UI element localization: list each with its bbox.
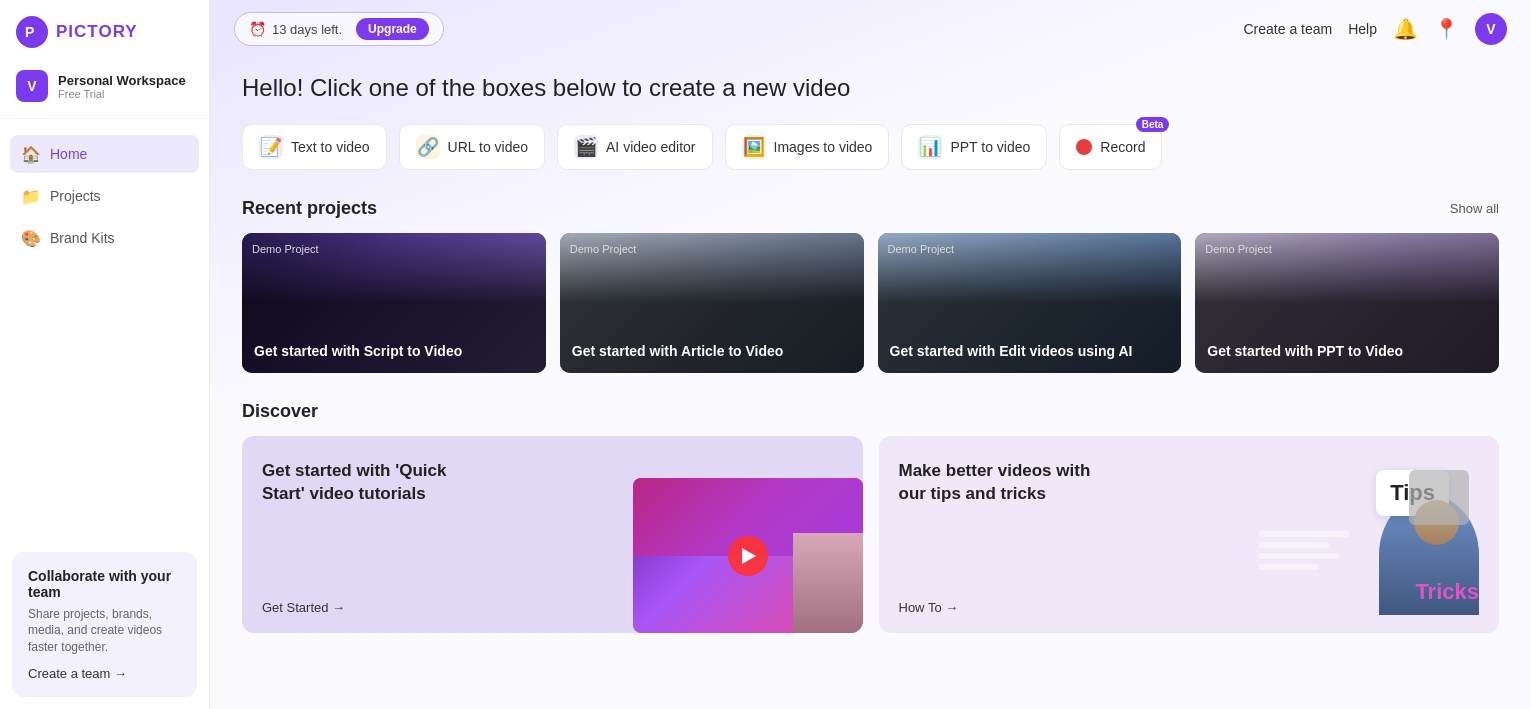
record-button[interactable]: Record Beta: [1059, 124, 1162, 170]
workspace-section[interactable]: V Personal Workspace Free Trial: [0, 60, 209, 119]
page-title: Hello! Click one of the boxes below to c…: [242, 74, 1499, 102]
sidebar-item-home-label: Home: [50, 146, 87, 162]
workspace-info: Personal Workspace Free Trial: [58, 73, 186, 100]
ppt-to-video-label: PPT to video: [950, 139, 1030, 155]
topbar: ⏰ 13 days left. Upgrade Create a team He…: [210, 0, 1531, 46]
card-title-2: Get started with Article to Video: [572, 342, 852, 361]
logo-text: PICTORY: [56, 22, 138, 42]
url-to-video-button[interactable]: 🔗 URL to video: [399, 124, 545, 170]
url-to-video-icon: 🔗: [416, 135, 440, 159]
collaborate-description: Share projects, brands, media, and creat…: [28, 606, 181, 656]
ppt-to-video-icon: 📊: [918, 135, 942, 159]
help-button[interactable]: Help: [1348, 21, 1377, 37]
collaborate-section: Collaborate with your team Share project…: [12, 552, 197, 697]
location-icon[interactable]: 📍: [1434, 17, 1459, 41]
brand-kits-icon: 🎨: [22, 229, 40, 247]
video-thumbnail: [633, 478, 863, 633]
record-label: Record: [1100, 139, 1145, 155]
workspace-avatar: V: [16, 70, 48, 102]
trial-days-text: 13 days left.: [272, 22, 342, 37]
workspace-name: Personal Workspace: [58, 73, 186, 88]
images-to-video-icon: 🖼️: [742, 135, 766, 159]
creation-tools: 📝 Text to video 🔗 URL to video 🎬 AI vide…: [242, 124, 1499, 170]
table-row[interactable]: Demo Project Get started with Article to…: [560, 233, 864, 373]
text-to-video-button[interactable]: 📝 Text to video: [242, 124, 387, 170]
user-avatar[interactable]: V: [1475, 13, 1507, 45]
ppt-to-video-button[interactable]: 📊 PPT to video: [901, 124, 1047, 170]
create-team-button[interactable]: Create a team: [1243, 21, 1332, 37]
discover-card-tips[interactable]: Make better videos with our tips and tri…: [879, 436, 1500, 633]
ai-video-editor-icon: 🎬: [574, 135, 598, 159]
tips-thumbnail: Tips Tricks: [1259, 460, 1479, 615]
table-row[interactable]: Demo Project Get started with Edit video…: [878, 233, 1182, 373]
vid-thumb: [633, 478, 863, 633]
home-icon: 🏠: [22, 145, 40, 163]
ai-video-editor-label: AI video editor: [606, 139, 696, 155]
discover-title: Discover: [242, 401, 318, 422]
how-to-link[interactable]: How To →: [899, 600, 1109, 615]
card-tag-1: Demo Project: [252, 243, 319, 255]
card-tag-3: Demo Project: [888, 243, 955, 255]
url-to-video-label: URL to video: [448, 139, 528, 155]
recent-projects-title: Recent projects: [242, 198, 377, 219]
tips-gray-box: [1409, 470, 1469, 525]
sidebar-item-home[interactable]: 🏠 Home: [10, 135, 199, 173]
recent-projects-header: Recent projects Show all: [242, 198, 1499, 219]
card-tag-4: Demo Project: [1205, 243, 1272, 255]
clock-icon: ⏰: [249, 21, 266, 37]
collaborate-title: Collaborate with your team: [28, 568, 181, 600]
text-to-video-label: Text to video: [291, 139, 370, 155]
beta-badge: Beta: [1136, 117, 1170, 132]
show-all-link[interactable]: Show all: [1450, 201, 1499, 216]
upgrade-button[interactable]: Upgrade: [356, 18, 429, 40]
tips-lines: [1259, 531, 1359, 575]
images-to-video-label: Images to video: [774, 139, 873, 155]
workspace-plan: Free Trial: [58, 88, 186, 100]
tricks-text: Tricks: [1415, 579, 1479, 605]
topbar-right: Create a team Help 🔔 📍 V: [1243, 13, 1507, 45]
main-content: ⏰ 13 days left. Upgrade Create a team He…: [210, 0, 1531, 709]
discover-card-tutorials[interactable]: Get started with 'Quick Start' video tut…: [242, 436, 863, 633]
discover-header: Discover: [242, 401, 1499, 422]
discover-card-left-1: Get started with 'Quick Start' video tut…: [262, 460, 472, 615]
create-team-link[interactable]: Create a team →: [28, 666, 181, 681]
content-area: Hello! Click one of the boxes below to c…: [210, 46, 1531, 709]
svg-text:P: P: [25, 24, 34, 40]
logo[interactable]: P PICTORY: [0, 0, 209, 60]
project-grid: Demo Project Get started with Script to …: [242, 233, 1499, 373]
trial-badge: ⏰ 13 days left. Upgrade: [234, 12, 444, 46]
discover-grid: Get started with 'Quick Start' video tut…: [242, 436, 1499, 633]
projects-icon: 📁: [22, 187, 40, 205]
sidebar-item-brand-kits-label: Brand Kits: [50, 230, 115, 246]
discover-card-title-1: Get started with 'Quick Start' video tut…: [262, 460, 472, 506]
ai-video-editor-button[interactable]: 🎬 AI video editor: [557, 124, 713, 170]
nav-section: 🏠 Home 📁 Projects 🎨 Brand Kits: [0, 119, 209, 540]
card-tag-2: Demo Project: [570, 243, 637, 255]
record-icon: [1076, 139, 1092, 155]
card-title-4: Get started with PPT to Video: [1207, 342, 1487, 361]
table-row[interactable]: Demo Project Get started with PPT to Vid…: [1195, 233, 1499, 373]
card-title-3: Get started with Edit videos using AI: [890, 342, 1170, 361]
get-started-link[interactable]: Get Started →: [262, 600, 472, 615]
sidebar: P PICTORY V Personal Workspace Free Tria…: [0, 0, 210, 709]
discover-card-title-2: Make better videos with our tips and tri…: [899, 460, 1109, 506]
play-button[interactable]: [728, 536, 768, 576]
images-to-video-button[interactable]: 🖼️ Images to video: [725, 124, 890, 170]
sidebar-item-brand-kits[interactable]: 🎨 Brand Kits: [10, 219, 199, 257]
table-row[interactable]: Demo Project Get started with Script to …: [242, 233, 546, 373]
text-to-video-icon: 📝: [259, 135, 283, 159]
sidebar-item-projects[interactable]: 📁 Projects: [10, 177, 199, 215]
sidebar-item-projects-label: Projects: [50, 188, 101, 204]
notifications-icon[interactable]: 🔔: [1393, 17, 1418, 41]
card-title-1: Get started with Script to Video: [254, 342, 534, 361]
discover-card-left-2: Make better videos with our tips and tri…: [899, 460, 1109, 615]
pictory-logo-icon: P: [16, 16, 48, 48]
